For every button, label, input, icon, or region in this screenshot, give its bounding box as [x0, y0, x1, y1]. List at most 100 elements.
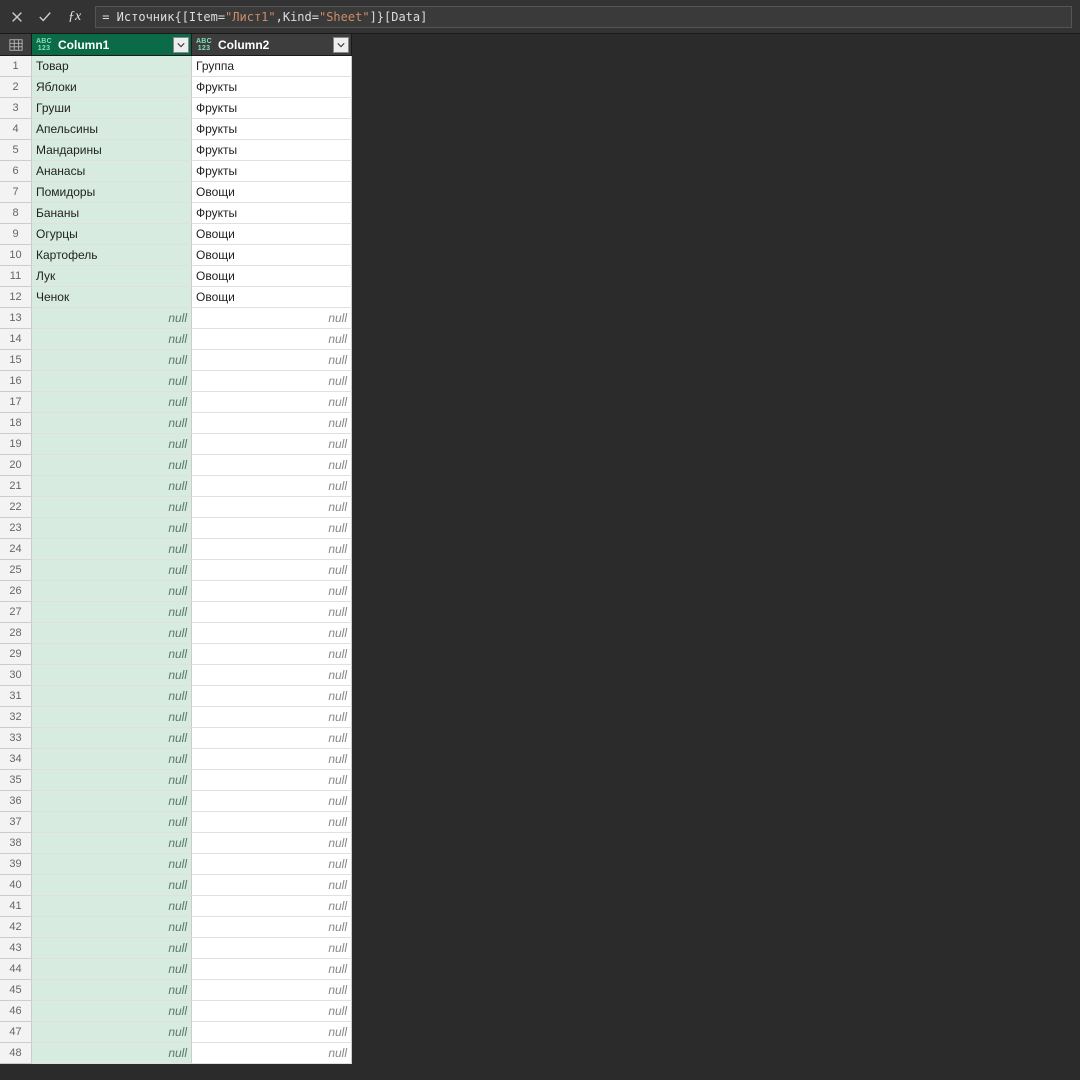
row-number[interactable]: 10: [0, 245, 32, 266]
column-filter-button[interactable]: [173, 37, 189, 53]
cell[interactable]: null: [32, 917, 192, 938]
row-number[interactable]: 13: [0, 308, 32, 329]
row-number[interactable]: 17: [0, 392, 32, 413]
row-number[interactable]: 2: [0, 77, 32, 98]
row-number[interactable]: 34: [0, 749, 32, 770]
row-number[interactable]: 8: [0, 203, 32, 224]
row-number[interactable]: 31: [0, 686, 32, 707]
cell[interactable]: Апельсины: [32, 119, 192, 140]
column-header-0[interactable]: ABC123Column1: [32, 34, 192, 56]
cell[interactable]: null: [32, 476, 192, 497]
cell[interactable]: null: [192, 623, 352, 644]
cell[interactable]: null: [32, 1043, 192, 1064]
row-number[interactable]: 35: [0, 770, 32, 791]
row-number[interactable]: 14: [0, 329, 32, 350]
cell[interactable]: null: [32, 728, 192, 749]
row-number[interactable]: 20: [0, 455, 32, 476]
cell[interactable]: null: [192, 875, 352, 896]
cell[interactable]: null: [192, 455, 352, 476]
cell[interactable]: Овощи: [192, 245, 352, 266]
column-type-button[interactable]: ABC123: [32, 34, 56, 55]
cell[interactable]: null: [32, 707, 192, 728]
row-number[interactable]: 27: [0, 602, 32, 623]
cell[interactable]: Ченок: [32, 287, 192, 308]
cell[interactable]: null: [32, 413, 192, 434]
cell[interactable]: null: [32, 350, 192, 371]
cell[interactable]: null: [32, 329, 192, 350]
cell[interactable]: Ананасы: [32, 161, 192, 182]
cell[interactable]: null: [192, 665, 352, 686]
cell[interactable]: null: [192, 371, 352, 392]
cell[interactable]: Овощи: [192, 266, 352, 287]
cell[interactable]: null: [192, 413, 352, 434]
cell[interactable]: null: [32, 812, 192, 833]
row-number[interactable]: 44: [0, 959, 32, 980]
cell[interactable]: null: [192, 728, 352, 749]
cell[interactable]: Фрукты: [192, 119, 352, 140]
cell[interactable]: null: [32, 392, 192, 413]
cell[interactable]: null: [32, 560, 192, 581]
cell[interactable]: Фрукты: [192, 203, 352, 224]
column-type-button[interactable]: ABC123: [192, 34, 216, 55]
cell[interactable]: null: [32, 581, 192, 602]
row-number[interactable]: 41: [0, 896, 32, 917]
select-all-corner[interactable]: [0, 34, 32, 56]
cell[interactable]: Овощи: [192, 287, 352, 308]
cell[interactable]: null: [192, 1001, 352, 1022]
cell[interactable]: null: [192, 791, 352, 812]
cell[interactable]: null: [32, 770, 192, 791]
cell[interactable]: null: [192, 917, 352, 938]
cell[interactable]: null: [192, 476, 352, 497]
cell[interactable]: Группа: [192, 56, 352, 77]
cell[interactable]: null: [192, 770, 352, 791]
cell[interactable]: null: [32, 1001, 192, 1022]
cell[interactable]: null: [192, 350, 352, 371]
row-number[interactable]: 9: [0, 224, 32, 245]
row-number[interactable]: 45: [0, 980, 32, 1001]
formula-input[interactable]: = Источник{[Item="Лист1",Kind="Sheet"]}[…: [95, 6, 1072, 28]
row-number[interactable]: 30: [0, 665, 32, 686]
row-number[interactable]: 4: [0, 119, 32, 140]
row-number[interactable]: 21: [0, 476, 32, 497]
row-number[interactable]: 26: [0, 581, 32, 602]
cell[interactable]: null: [32, 308, 192, 329]
row-number[interactable]: 23: [0, 518, 32, 539]
cell[interactable]: Яблоки: [32, 77, 192, 98]
row-number[interactable]: 12: [0, 287, 32, 308]
cell[interactable]: null: [192, 749, 352, 770]
row-number[interactable]: 43: [0, 938, 32, 959]
cell[interactable]: null: [192, 644, 352, 665]
cell[interactable]: Товар: [32, 56, 192, 77]
row-number[interactable]: 18: [0, 413, 32, 434]
cell[interactable]: Фрукты: [192, 161, 352, 182]
cell[interactable]: null: [32, 623, 192, 644]
row-number[interactable]: 48: [0, 1043, 32, 1064]
cell[interactable]: null: [192, 518, 352, 539]
row-number[interactable]: 25: [0, 560, 32, 581]
row-number[interactable]: 38: [0, 833, 32, 854]
cell[interactable]: Огурцы: [32, 224, 192, 245]
cell[interactable]: null: [192, 434, 352, 455]
row-number[interactable]: 42: [0, 917, 32, 938]
cell[interactable]: null: [32, 833, 192, 854]
cell[interactable]: Овощи: [192, 182, 352, 203]
row-number[interactable]: 46: [0, 1001, 32, 1022]
cell[interactable]: null: [192, 1043, 352, 1064]
row-number[interactable]: 36: [0, 791, 32, 812]
row-number[interactable]: 32: [0, 707, 32, 728]
cell[interactable]: null: [32, 686, 192, 707]
cell[interactable]: null: [192, 329, 352, 350]
cell[interactable]: null: [32, 497, 192, 518]
cell[interactable]: null: [32, 959, 192, 980]
row-number[interactable]: 28: [0, 623, 32, 644]
cell[interactable]: null: [192, 308, 352, 329]
cell[interactable]: null: [32, 938, 192, 959]
cell[interactable]: null: [32, 749, 192, 770]
row-number[interactable]: 11: [0, 266, 32, 287]
cell[interactable]: null: [192, 959, 352, 980]
row-number[interactable]: 29: [0, 644, 32, 665]
row-number[interactable]: 15: [0, 350, 32, 371]
row-number[interactable]: 37: [0, 812, 32, 833]
cell[interactable]: null: [32, 455, 192, 476]
row-number[interactable]: 39: [0, 854, 32, 875]
